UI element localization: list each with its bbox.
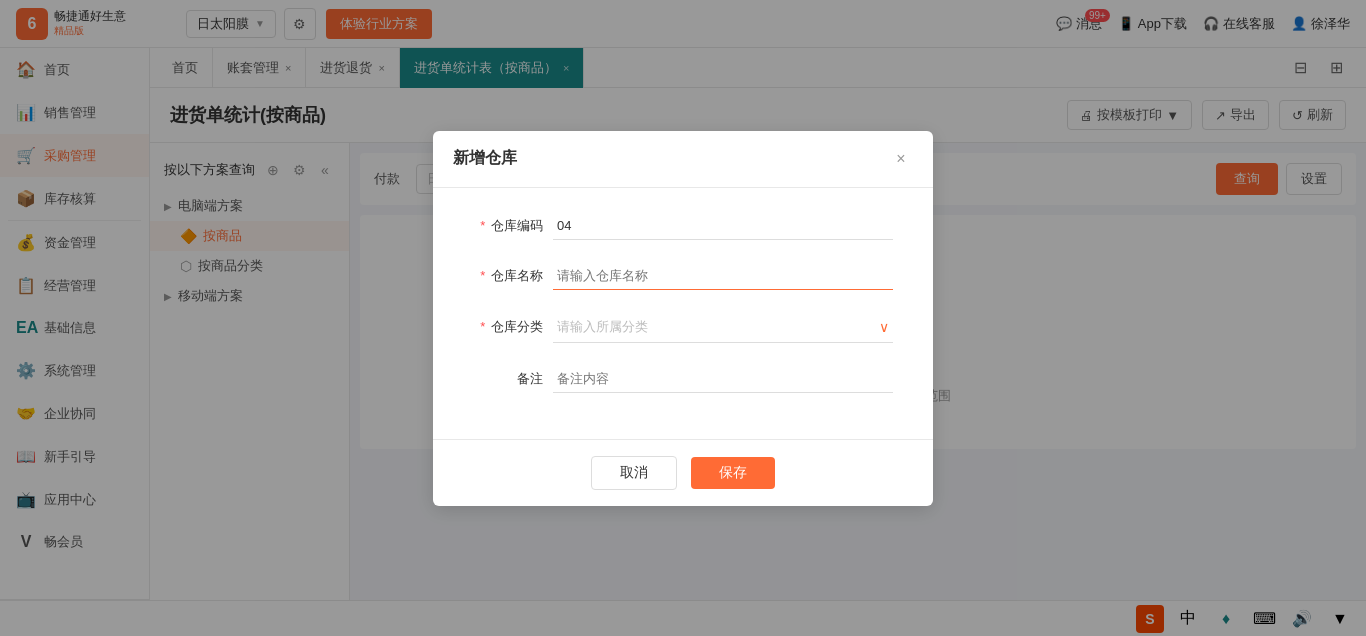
form-row-code: * 仓库编码	[473, 212, 893, 240]
name-label: * 仓库名称	[473, 267, 553, 285]
category-placeholder: 请输入所属分类	[557, 318, 648, 336]
category-label: * 仓库分类	[473, 318, 553, 336]
modal-body: * 仓库编码 * 仓库名称 * 仓库分类 请输入所属	[433, 188, 933, 439]
category-arrow-icon: ∨	[879, 319, 889, 335]
form-row-name: * 仓库名称	[473, 262, 893, 290]
modal-title: 新增仓库	[453, 148, 517, 169]
cancel-button[interactable]: 取消	[591, 456, 677, 490]
save-button[interactable]: 保存	[691, 457, 775, 489]
modal-header: 新增仓库 ×	[433, 131, 933, 188]
form-row-note: 备注	[473, 365, 893, 393]
form-row-category: * 仓库分类 请输入所属分类 ∨	[473, 312, 893, 343]
modal-footer: 取消 保存	[433, 439, 933, 506]
category-select[interactable]: 请输入所属分类 ∨	[553, 312, 893, 343]
modal-overlay[interactable]: 新增仓库 × * 仓库编码 * 仓库名称	[0, 0, 1366, 636]
note-input[interactable]	[553, 365, 893, 393]
name-input[interactable]	[553, 262, 893, 290]
code-input[interactable]	[553, 212, 893, 240]
modal-close-button[interactable]: ×	[889, 147, 913, 171]
add-warehouse-modal: 新增仓库 × * 仓库编码 * 仓库名称	[433, 131, 933, 506]
code-label: * 仓库编码	[473, 217, 553, 235]
note-label: 备注	[473, 370, 553, 388]
